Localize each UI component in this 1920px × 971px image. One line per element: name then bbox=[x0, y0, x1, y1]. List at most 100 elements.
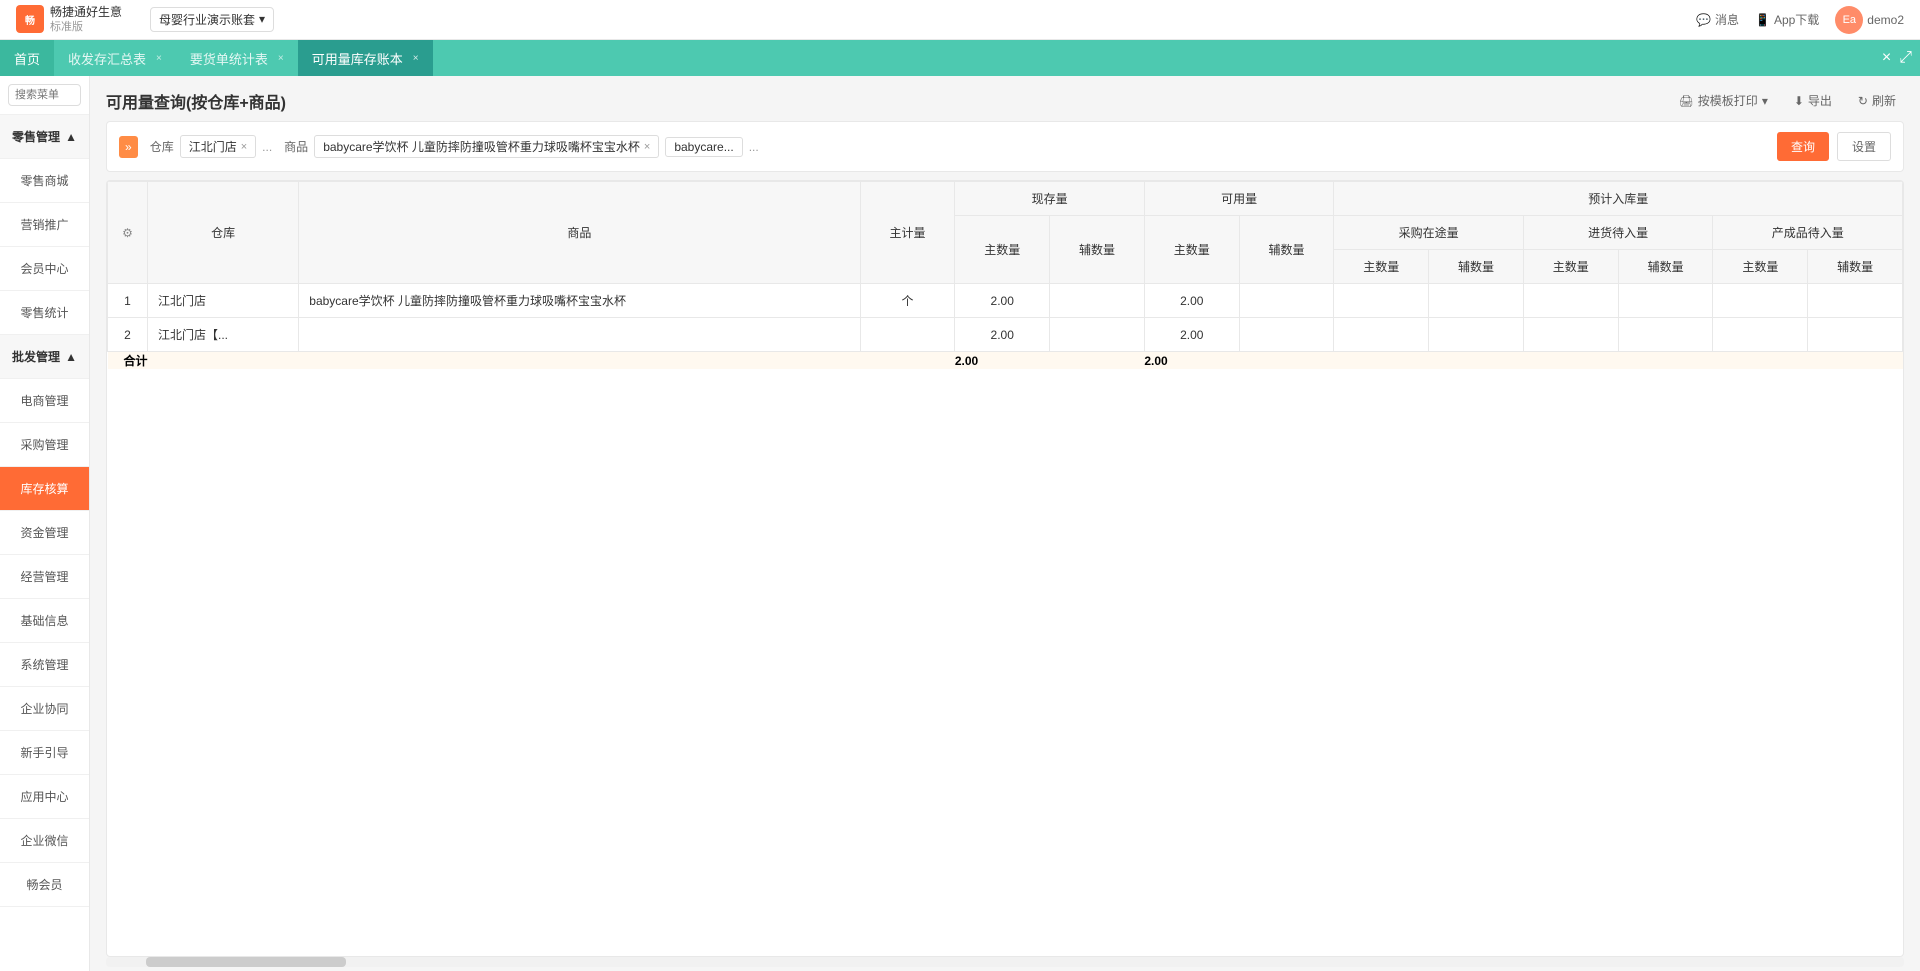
page-header: 可用量查询(按仓库+商品) 🖨 按模板打印 ▾ ⬇ 导出 ↻ 刷新 bbox=[90, 76, 1920, 121]
tab-order-stats[interactable]: 要货单统计表 × bbox=[176, 40, 298, 76]
warehouse-more-btn[interactable]: ... bbox=[262, 140, 272, 154]
sidebar-item-retail-stats[interactable]: 零售统计 bbox=[0, 291, 89, 335]
product-more-btn[interactable]: ... bbox=[749, 140, 759, 154]
sidebar-item-new-guide[interactable]: 新手引导 bbox=[0, 731, 89, 775]
cell-purchase-transit-main bbox=[1334, 318, 1429, 352]
table-container[interactable]: ⚙ 仓库 商品 主计量 现存量 可用量 预计入库量 主数量 辅数量 主数量 辅数… bbox=[106, 180, 1904, 957]
close-tab-available-stock[interactable]: × bbox=[413, 53, 419, 64]
print-icon: 🖨 bbox=[1679, 94, 1694, 108]
user-profile-btn[interactable]: Ea demo2 bbox=[1835, 6, 1904, 34]
sidebar-item-vip-member[interactable]: 畅会员 bbox=[0, 863, 89, 907]
col-settings-header[interactable]: ⚙ bbox=[108, 182, 148, 284]
sidebar-item-retail-mgmt[interactable]: 零售管理 ▲ bbox=[0, 115, 89, 159]
filter-toggle-btn[interactable]: » bbox=[119, 136, 138, 158]
top-bar: 畅 畅捷通好生意 标准版 母婴行业演示账套 ▾ 💬 消息 📱 App下载 Ea … bbox=[0, 0, 1920, 40]
company-name: 畅捷通好生意 bbox=[50, 5, 122, 21]
sidebar-item-marketing[interactable]: 营销推广 bbox=[0, 203, 89, 247]
message-btn[interactable]: 💬 消息 bbox=[1696, 11, 1739, 28]
product-filter-field: 商品 babycare学饮杯 儿童防摔防撞吸管杯重力球吸嘴杯宝宝水杯 × bab… bbox=[284, 135, 759, 158]
total-production-pending-aux bbox=[1808, 352, 1903, 370]
cell-current-aux-qty bbox=[1050, 284, 1145, 318]
total-purchase-transit-aux bbox=[1429, 352, 1524, 370]
cell-current-aux-qty bbox=[1050, 318, 1145, 352]
col-current-main-qty-header: 主数量 bbox=[955, 216, 1050, 284]
print-template-btn[interactable]: 🖨 按模板打印 ▾ bbox=[1671, 88, 1776, 113]
col-available-main-qty-header: 主数量 bbox=[1144, 216, 1239, 284]
col-production-pending-header: 产成品待入量 bbox=[1713, 216, 1903, 250]
sidebar-item-system-mgmt[interactable]: 系统管理 bbox=[0, 643, 89, 687]
total-inbound-pending-main bbox=[1523, 352, 1618, 370]
cell-available-main-qty: 2.00 bbox=[1144, 318, 1239, 352]
cell-available-aux-qty bbox=[1239, 284, 1334, 318]
cell-product bbox=[299, 318, 860, 352]
refresh-btn[interactable]: ↻ 刷新 bbox=[1850, 88, 1904, 113]
org-selector[interactable]: 母婴行业演示账套 ▾ bbox=[150, 7, 274, 32]
horizontal-scrollbar[interactable] bbox=[106, 957, 1904, 967]
export-btn[interactable]: ⬇ 导出 bbox=[1786, 88, 1840, 113]
top-bar-left: 畅 畅捷通好生意 标准版 母婴行业演示账套 ▾ bbox=[16, 5, 274, 35]
total-label: 合计 bbox=[108, 352, 955, 370]
total-current-aux-qty bbox=[1050, 352, 1145, 370]
search-input[interactable] bbox=[8, 84, 81, 106]
sidebar-item-wholesale-mgmt[interactable]: 批发管理 ▲ bbox=[0, 335, 89, 379]
cell-purchase-transit-main bbox=[1334, 284, 1429, 318]
settings-btn[interactable]: 设置 bbox=[1837, 132, 1891, 161]
total-available-aux-qty bbox=[1239, 352, 1334, 370]
cell-inbound-pending-main bbox=[1523, 284, 1618, 318]
sidebar-item-retail-mall[interactable]: 零售商城 bbox=[0, 159, 89, 203]
remove-product-btn[interactable]: × bbox=[644, 141, 650, 153]
query-btn[interactable]: 查询 bbox=[1777, 132, 1829, 161]
settings-icon: ⚙ bbox=[122, 226, 133, 240]
col-purchase-transit-aux-header: 辅数量 bbox=[1429, 250, 1524, 284]
logo-icon: 畅 bbox=[16, 5, 44, 33]
sidebar-item-operations-mgmt[interactable]: 经营管理 bbox=[0, 555, 89, 599]
sidebar-item-purchase-mgmt[interactable]: 采购管理 bbox=[0, 423, 89, 467]
app-download-btn[interactable]: 📱 App下载 bbox=[1755, 11, 1819, 28]
page-title: 可用量查询(按仓库+商品) bbox=[106, 89, 286, 113]
col-current-stock-header: 现存量 bbox=[955, 182, 1145, 216]
cell-warehouse: 江北门店 bbox=[148, 284, 299, 318]
chevron-icon: ▲ bbox=[65, 350, 77, 364]
sidebar-item-finance-mgmt[interactable]: 资金管理 bbox=[0, 511, 89, 555]
top-bar-right: 💬 消息 📱 App下载 Ea demo2 bbox=[1696, 6, 1904, 34]
tab-receipt-summary[interactable]: 收发存汇总表 × bbox=[54, 40, 176, 76]
logo-area: 畅 畅捷通好生意 标准版 bbox=[16, 5, 122, 35]
tab-available-stock[interactable]: 可用量库存账本 × bbox=[298, 40, 433, 76]
col-inbound-pending-main-header: 主数量 bbox=[1523, 250, 1618, 284]
cell-current-main-qty: 2.00 bbox=[955, 318, 1050, 352]
close-all-tabs-btn[interactable]: × bbox=[1882, 49, 1891, 67]
remove-warehouse-btn[interactable]: × bbox=[241, 141, 247, 153]
message-icon: 💬 bbox=[1696, 13, 1711, 27]
col-production-pending-aux-header: 辅数量 bbox=[1808, 250, 1903, 284]
tab-home[interactable]: 首页 bbox=[0, 40, 54, 76]
close-tab-order-stats[interactable]: × bbox=[278, 53, 284, 64]
col-product-header: 商品 bbox=[299, 182, 860, 284]
sidebar-item-enterprise-collab[interactable]: 企业协同 bbox=[0, 687, 89, 731]
col-production-pending-main-header: 主数量 bbox=[1713, 250, 1808, 284]
warehouse-filter-field: 仓库 江北门店 × ... bbox=[150, 135, 272, 158]
cell-current-main-qty: 2.00 bbox=[955, 284, 1050, 318]
sidebar-item-ecommerce-mgmt[interactable]: 电商管理 bbox=[0, 379, 89, 423]
sidebar-item-app-center[interactable]: 应用中心 bbox=[0, 775, 89, 819]
col-available-aux-qty-header: 辅数量 bbox=[1239, 216, 1334, 284]
col-warehouse-header: 仓库 bbox=[148, 182, 299, 284]
sidebar-item-member-center[interactable]: 会员中心 bbox=[0, 247, 89, 291]
total-current-main-qty: 2.00 bbox=[955, 352, 1050, 370]
print-chevron-icon: ▾ bbox=[1762, 94, 1768, 108]
sidebar-item-inventory-check[interactable]: 库存核算 bbox=[0, 467, 89, 511]
cell-production-pending-aux bbox=[1808, 284, 1903, 318]
total-purchase-transit-main bbox=[1334, 352, 1429, 370]
cell-production-pending-main bbox=[1713, 284, 1808, 318]
close-tab-receipt-summary[interactable]: × bbox=[156, 53, 162, 64]
refresh-icon: ↻ bbox=[1858, 94, 1868, 108]
edition-tag: 标准版 bbox=[50, 20, 122, 34]
avatar: Ea bbox=[1835, 6, 1863, 34]
cell-production-pending-aux bbox=[1808, 318, 1903, 352]
fullscreen-btn[interactable]: ⤢ bbox=[1899, 49, 1912, 67]
sidebar-item-basic-info[interactable]: 基础信息 bbox=[0, 599, 89, 643]
col-available-qty-header: 可用量 bbox=[1144, 182, 1334, 216]
sidebar-item-enterprise-wechat[interactable]: 企业微信 bbox=[0, 819, 89, 863]
chevron-icon: ▲ bbox=[65, 130, 77, 144]
warehouse-tag: 江北门店 × bbox=[180, 135, 256, 158]
chevron-down-icon: ▾ bbox=[259, 12, 265, 26]
